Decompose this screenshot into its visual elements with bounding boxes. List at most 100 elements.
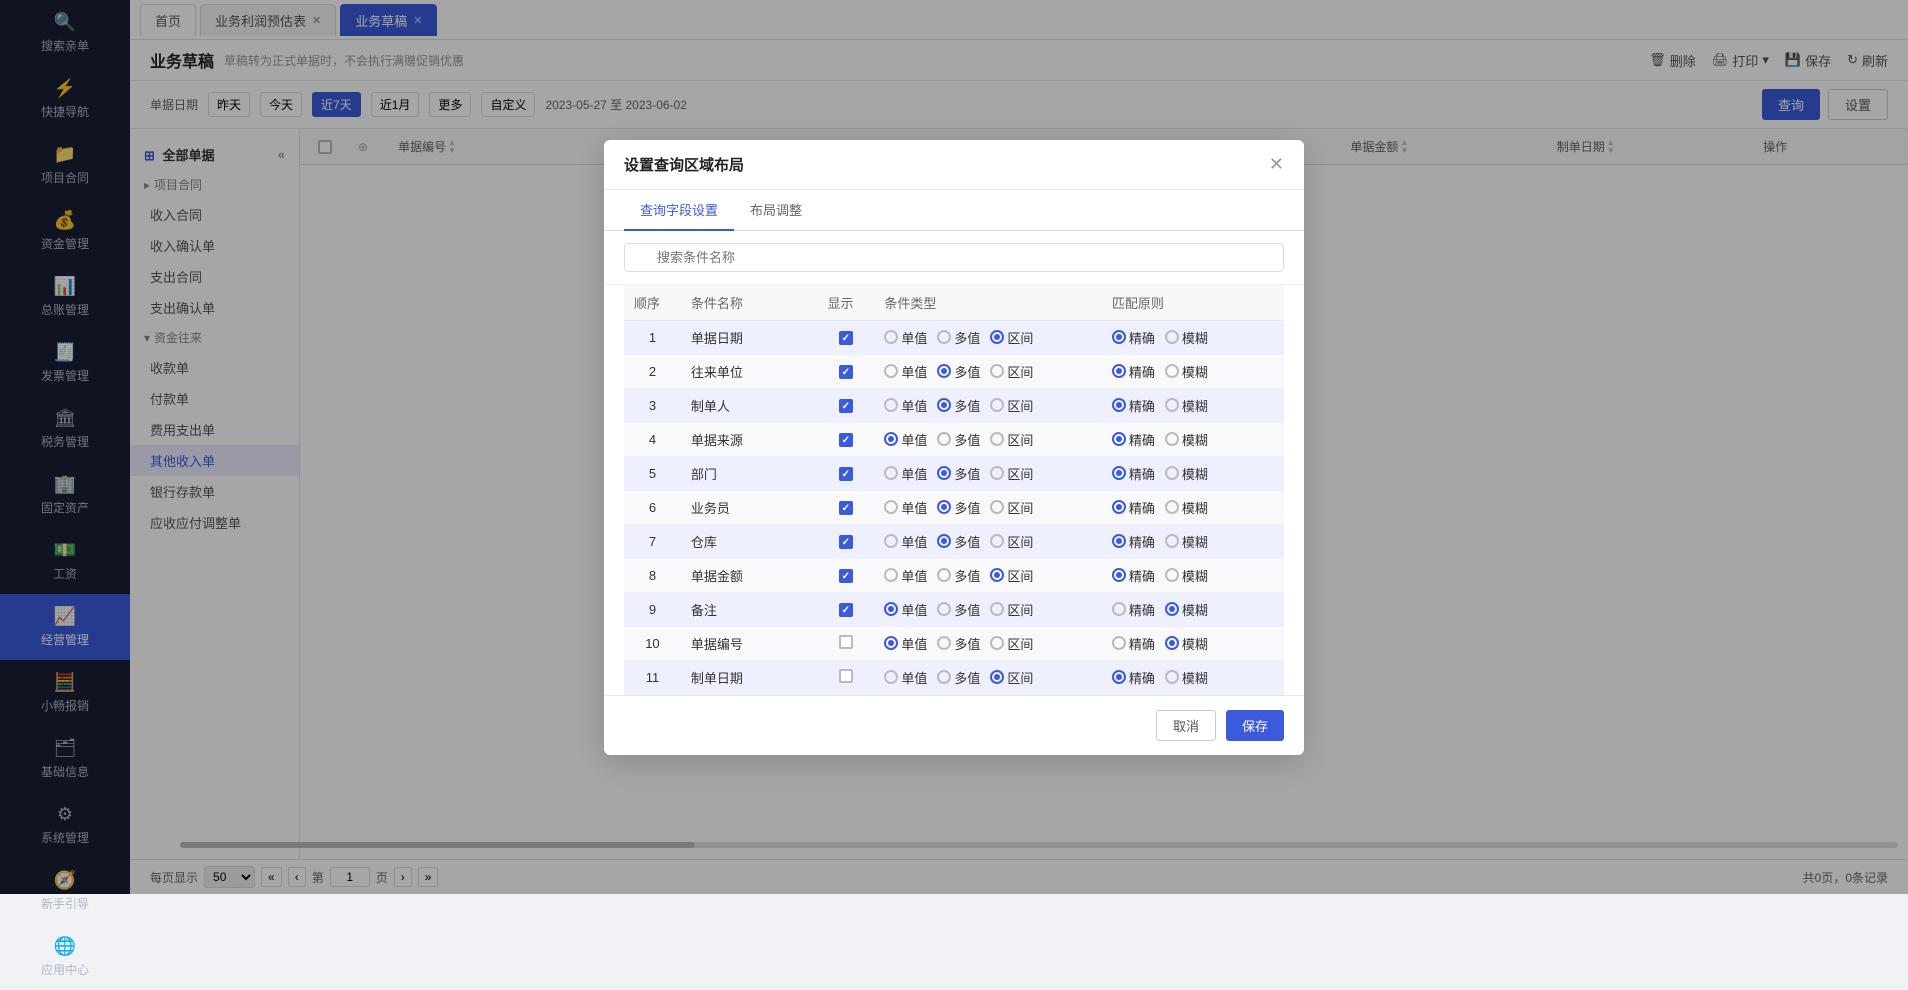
radio-exact[interactable]: 精确 (1112, 396, 1155, 415)
radio-single[interactable]: 单值 (884, 498, 927, 517)
radio-exact[interactable]: 精确 (1112, 634, 1155, 653)
radio-fuzzy[interactable]: 模糊 (1165, 498, 1208, 517)
cell-name: 单据日期 (681, 320, 818, 354)
show-checkbox[interactable] (839, 669, 853, 683)
radio-circle-exact (1112, 466, 1126, 480)
radio-range[interactable]: 区间 (990, 362, 1033, 381)
table-row: 7仓库✓单值多值区间精确模糊 (624, 524, 1284, 558)
radio-fuzzy[interactable]: 模糊 (1165, 600, 1208, 619)
cell-condition-type: 单值多值区间 (874, 626, 1102, 660)
radio-multi[interactable]: 多值 (937, 396, 980, 415)
radio-circle-fuzzy (1165, 534, 1179, 548)
radio-range[interactable]: 区间 (990, 328, 1033, 347)
radio-circle-single (884, 602, 898, 616)
sidebar-item-appstore[interactable]: 🌐 应用中心 (0, 924, 130, 990)
modal-search-input[interactable] (624, 243, 1284, 272)
radio-circle-fuzzy (1165, 636, 1179, 650)
radio-circle-exact (1112, 432, 1126, 446)
radio-single[interactable]: 单值 (884, 532, 927, 551)
radio-circle-exact (1112, 636, 1126, 650)
modal-cancel-btn[interactable]: 取消 (1156, 710, 1216, 741)
radio-fuzzy[interactable]: 模糊 (1165, 362, 1208, 381)
radio-fuzzy[interactable]: 模糊 (1165, 464, 1208, 483)
show-checkbox[interactable] (839, 635, 853, 649)
radio-circle-exact (1112, 534, 1126, 548)
radio-exact[interactable]: 精确 (1112, 566, 1155, 585)
cell-match: 精确模糊 (1102, 592, 1284, 626)
radio-multi[interactable]: 多值 (937, 668, 980, 687)
show-checkbox[interactable]: ✓ (839, 399, 853, 413)
radio-circle-fuzzy (1165, 602, 1179, 616)
table-row: 5部门✓单值多值区间精确模糊 (624, 456, 1284, 490)
radio-multi[interactable]: 多值 (937, 498, 980, 517)
radio-single[interactable]: 单值 (884, 328, 927, 347)
cell-match: 精确模糊 (1102, 456, 1284, 490)
cell-condition-type: 单值多值区间 (874, 422, 1102, 456)
radio-multi[interactable]: 多值 (937, 362, 980, 381)
modal-save-btn[interactable]: 保存 (1226, 710, 1284, 741)
radio-multi[interactable]: 多值 (937, 430, 980, 449)
show-checkbox[interactable]: ✓ (839, 467, 853, 481)
radio-fuzzy[interactable]: 模糊 (1165, 396, 1208, 415)
radio-single[interactable]: 单值 (884, 362, 927, 381)
radio-range[interactable]: 区间 (990, 464, 1033, 483)
radio-single[interactable]: 单值 (884, 396, 927, 415)
radio-fuzzy[interactable]: 模糊 (1165, 566, 1208, 585)
radio-exact[interactable]: 精确 (1112, 532, 1155, 551)
radio-range[interactable]: 区间 (990, 600, 1033, 619)
radio-fuzzy[interactable]: 模糊 (1165, 634, 1208, 653)
cell-match: 精确模糊 (1102, 524, 1284, 558)
modal-dialog: 设置查询区域布局 ✕ 查询字段设置 布局调整 🔍 顺序 (604, 140, 1304, 755)
radio-exact[interactable]: 精确 (1112, 430, 1155, 449)
show-checkbox[interactable]: ✓ (839, 365, 853, 379)
radio-range[interactable]: 区间 (990, 498, 1033, 517)
radio-range[interactable]: 区间 (990, 634, 1033, 653)
radio-multi[interactable]: 多值 (937, 328, 980, 347)
table-row: 4单据来源✓单值多值区间精确模糊 (624, 422, 1284, 456)
radio-multi[interactable]: 多值 (937, 532, 980, 551)
modal-tab-layout[interactable]: 布局调整 (734, 190, 818, 231)
radio-circle-multi (937, 636, 951, 650)
radio-exact[interactable]: 精确 (1112, 668, 1155, 687)
radio-circle-multi (937, 568, 951, 582)
radio-exact[interactable]: 精确 (1112, 362, 1155, 381)
cell-index: 11 (624, 660, 681, 694)
radio-single[interactable]: 单值 (884, 464, 927, 483)
radio-fuzzy[interactable]: 模糊 (1165, 668, 1208, 687)
radio-fuzzy[interactable]: 模糊 (1165, 532, 1208, 551)
modal-close-btn[interactable]: ✕ (1269, 154, 1284, 175)
modal-tab-field-settings[interactable]: 查询字段设置 (624, 190, 734, 231)
show-checkbox[interactable]: ✓ (839, 331, 853, 345)
radio-fuzzy[interactable]: 模糊 (1165, 328, 1208, 347)
radio-range[interactable]: 区间 (990, 532, 1033, 551)
radio-multi[interactable]: 多值 (937, 600, 980, 619)
radio-exact[interactable]: 精确 (1112, 600, 1155, 619)
cell-name: 业务员 (681, 490, 818, 524)
cell-condition-type: 单值多值区间 (874, 320, 1102, 354)
modal-tabs: 查询字段设置 布局调整 (604, 190, 1304, 231)
radio-multi[interactable]: 多值 (937, 634, 980, 653)
radio-exact[interactable]: 精确 (1112, 498, 1155, 517)
radio-single[interactable]: 单值 (884, 600, 927, 619)
radio-exact[interactable]: 精确 (1112, 328, 1155, 347)
radio-multi[interactable]: 多值 (937, 464, 980, 483)
radio-fuzzy[interactable]: 模糊 (1165, 430, 1208, 449)
radio-single[interactable]: 单值 (884, 566, 927, 585)
show-checkbox[interactable]: ✓ (839, 603, 853, 617)
radio-range[interactable]: 区间 (990, 430, 1033, 449)
radio-range[interactable]: 区间 (990, 668, 1033, 687)
show-checkbox[interactable]: ✓ (839, 535, 853, 549)
radio-single[interactable]: 单值 (884, 668, 927, 687)
radio-range[interactable]: 区间 (990, 566, 1033, 585)
show-checkbox[interactable]: ✓ (839, 433, 853, 447)
radio-single[interactable]: 单值 (884, 430, 927, 449)
radio-range[interactable]: 区间 (990, 396, 1033, 415)
radio-multi[interactable]: 多值 (937, 566, 980, 585)
radio-single[interactable]: 单值 (884, 634, 927, 653)
radio-circle-single (884, 670, 898, 684)
show-checkbox[interactable]: ✓ (839, 501, 853, 515)
radio-circle-fuzzy (1165, 364, 1179, 378)
show-checkbox[interactable]: ✓ (839, 569, 853, 583)
radio-exact[interactable]: 精确 (1112, 464, 1155, 483)
cell-match: 精确模糊 (1102, 660, 1284, 694)
